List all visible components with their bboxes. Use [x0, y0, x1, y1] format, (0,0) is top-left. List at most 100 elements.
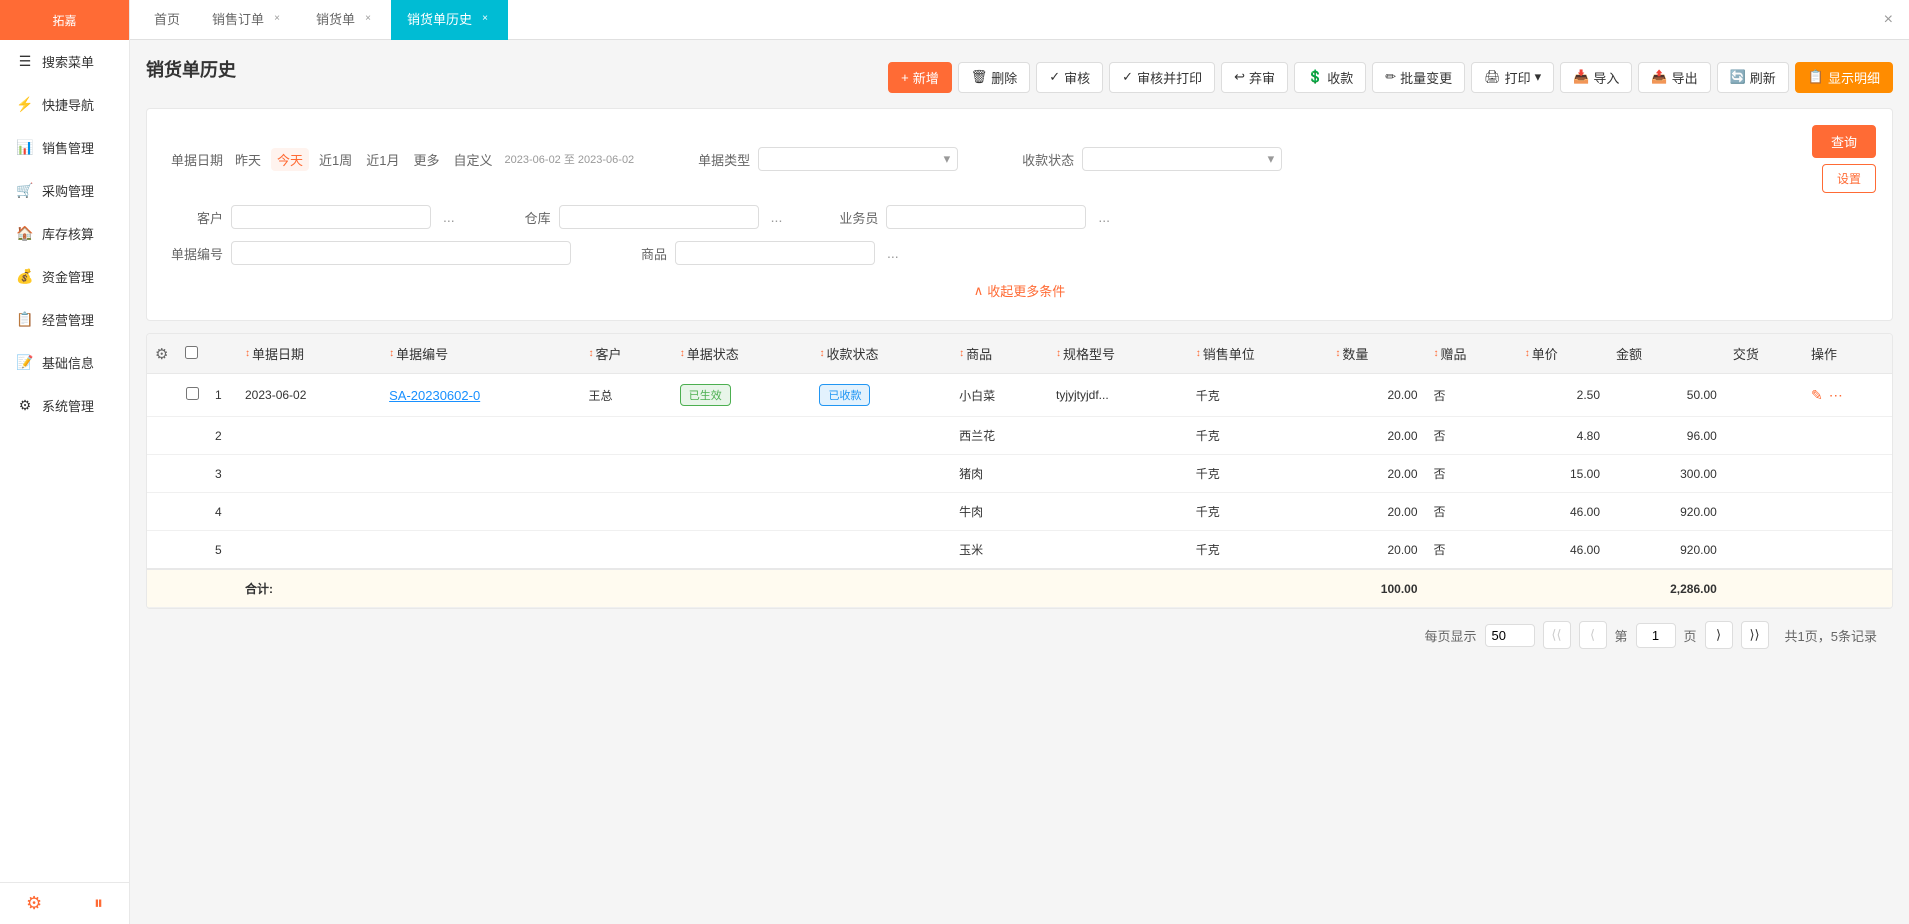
collapse-button[interactable]: ∧ 收起更多条件 — [974, 281, 1066, 300]
staff-picker[interactable]: ... — [1098, 209, 1110, 225]
goods-input[interactable] — [675, 241, 875, 265]
table-settings-icon[interactable]: ⚙ — [155, 346, 168, 363]
add-button[interactable]: + 新增 — [888, 62, 952, 93]
next-page-btn[interactable]: ⟩ — [1705, 621, 1733, 649]
payment-status-input[interactable] — [1082, 147, 1282, 171]
tab-sales-history[interactable]: 销货单历史 × — [391, 0, 508, 40]
sidebar-item-label: 系统管理 — [42, 396, 94, 415]
cell-checkbox[interactable] — [177, 531, 207, 570]
cell-doc-date — [237, 493, 381, 531]
cell-checkbox[interactable] — [177, 374, 207, 417]
th-doc-status[interactable]: ↕单据状态 — [672, 334, 812, 374]
date-opt-yesterday[interactable]: 昨天 — [231, 148, 265, 171]
tab-close-sales-history[interactable]: × — [478, 12, 492, 26]
docno-input[interactable] — [231, 241, 571, 265]
sidebar-item-label: 采购管理 — [42, 181, 94, 200]
edit-action-icon[interactable]: ✎ — [1811, 387, 1823, 404]
sidebar-item-inventory[interactable]: 🏠 库存核算 — [0, 212, 129, 255]
first-page-btn[interactable]: ⟨⟨ — [1543, 621, 1571, 649]
audit-print-button[interactable]: ✓ 审核并打印 — [1109, 62, 1215, 93]
th-settings[interactable]: ⚙ — [147, 334, 177, 374]
customer-picker[interactable]: ... — [443, 209, 455, 225]
cell-sales-unit: 千克 — [1188, 493, 1328, 531]
bottom-settings-icon[interactable]: ⚙ — [26, 893, 42, 914]
cell-doc-no[interactable] — [381, 493, 580, 531]
cell-unit-price: 15.00 — [1517, 455, 1608, 493]
page-number-input[interactable] — [1636, 623, 1676, 648]
sidebar-item-basicinfo[interactable]: 📝 基础信息 — [0, 341, 129, 384]
query-button[interactable]: 查询 — [1812, 125, 1876, 158]
doc-no-link[interactable]: SA-20230602-0 — [389, 388, 480, 403]
customer-input[interactable] — [231, 205, 431, 229]
sidebar-item-finance[interactable]: 💰 资金管理 — [0, 255, 129, 298]
sidebar-item-search[interactable]: ☰ 搜索菜单 — [0, 40, 129, 83]
cell-doc-no[interactable] — [381, 455, 580, 493]
abandon-button[interactable]: ↩ 弃审 — [1221, 62, 1288, 93]
cell-actions: ✎⋯ — [1803, 374, 1892, 417]
batch-change-button[interactable]: ✏ 批量变更 — [1372, 62, 1465, 93]
prev-page-btn[interactable]: ⟨ — [1579, 621, 1607, 649]
th-doc-date[interactable]: ↕单据日期 — [237, 334, 381, 374]
date-opt-last1month[interactable]: 近1月 — [362, 148, 403, 171]
cell-unit-price: 4.80 — [1517, 417, 1608, 455]
th-doc-no[interactable]: ↕单据编号 — [381, 334, 580, 374]
audit-button[interactable]: ✓ 审核 — [1036, 62, 1103, 93]
th-customer[interactable]: ↕客户 — [581, 334, 672, 374]
per-page-select[interactable]: 20 50 100 — [1485, 624, 1535, 647]
more-action-icon[interactable]: ⋯ — [1829, 387, 1843, 404]
last-page-btn[interactable]: ⟩⟩ — [1741, 621, 1769, 649]
th-quantity[interactable]: ↕数量 — [1327, 334, 1425, 374]
th-spec[interactable]: ↕规格型号 — [1048, 334, 1188, 374]
warehouse-input[interactable] — [559, 205, 759, 229]
goods-picker[interactable]: ... — [887, 245, 899, 261]
cell-doc-no[interactable]: SA-20230602-0 — [381, 374, 580, 417]
cell-seq: 1 — [207, 374, 237, 417]
audit-print-icon: ✓ — [1122, 69, 1133, 85]
warehouse-picker[interactable]: ... — [771, 209, 783, 225]
tab-sales-goods[interactable]: 销货单 × — [300, 0, 391, 40]
th-sales-unit[interactable]: ↕销售单位 — [1188, 334, 1328, 374]
date-filter: 单据日期 昨天 今天 近1周 近1月 更多 自定义 2023-06-02 至 2… — [163, 148, 634, 171]
date-range-display: 2023-06-02 至 2023-06-02 — [505, 151, 635, 167]
th-payment-status[interactable]: ↕收款状态 — [811, 334, 951, 374]
delete-button[interactable]: 🗑 删除 — [958, 62, 1031, 93]
tab-close-sales-goods[interactable]: × — [361, 12, 375, 26]
cell-gift: 否 — [1426, 493, 1517, 531]
tab-close-sales-order[interactable]: × — [270, 12, 284, 26]
th-unit-price[interactable]: ↕单价 — [1517, 334, 1608, 374]
cell-checkbox[interactable] — [177, 455, 207, 493]
bottom-pause-icon[interactable]: ⏸ — [94, 893, 103, 914]
refresh-button[interactable]: 🔄 刷新 — [1717, 62, 1789, 93]
show-detail-button[interactable]: 📋 显示明细 — [1795, 62, 1893, 93]
export-button[interactable]: 📤 导出 — [1638, 62, 1710, 93]
print-button[interactable]: 🖨 打印 ▾ — [1471, 62, 1554, 93]
sidebar-item-quicknav[interactable]: ⚡ 快捷导航 — [0, 83, 129, 126]
date-label: 单据日期 — [163, 150, 223, 169]
select-all-checkbox[interactable] — [185, 346, 198, 359]
cell-doc-no[interactable] — [381, 531, 580, 570]
date-opt-custom[interactable]: 自定义 — [450, 148, 497, 171]
doc-type-input[interactable] — [758, 147, 958, 171]
th-checkbox[interactable] — [177, 334, 207, 374]
tab-home[interactable]: 首页 — [138, 0, 196, 40]
sidebar-item-label: 基础信息 — [42, 353, 94, 372]
tab-sales-order[interactable]: 销售订单 × — [196, 0, 300, 40]
cell-checkbox[interactable] — [177, 417, 207, 455]
sidebar-item-sales[interactable]: 📊 销售管理 — [0, 126, 129, 169]
date-opt-today[interactable]: 今天 — [271, 148, 309, 171]
th-goods[interactable]: ↕商品 — [951, 334, 1048, 374]
date-opt-last7[interactable]: 近1周 — [315, 148, 356, 171]
sidebar-item-operations[interactable]: 📋 经营管理 — [0, 298, 129, 341]
cell-checkbox[interactable] — [177, 493, 207, 531]
sidebar-item-purchase[interactable]: 🛒 采购管理 — [0, 169, 129, 212]
row-checkbox[interactable] — [186, 387, 199, 400]
date-opt-more[interactable]: 更多 — [410, 148, 444, 171]
import-button[interactable]: 📥 导入 — [1560, 62, 1632, 93]
cell-doc-no[interactable] — [381, 417, 580, 455]
th-gift[interactable]: ↕赠品 — [1426, 334, 1517, 374]
staff-input[interactable] — [886, 205, 1086, 229]
sidebar-item-sysmgmt[interactable]: ⚙ 系统管理 — [0, 384, 129, 427]
settings-button[interactable]: 设置 — [1822, 164, 1876, 193]
close-all-tabs[interactable]: × — [1876, 7, 1901, 33]
collect-button[interactable]: 💲 收款 — [1294, 62, 1366, 93]
